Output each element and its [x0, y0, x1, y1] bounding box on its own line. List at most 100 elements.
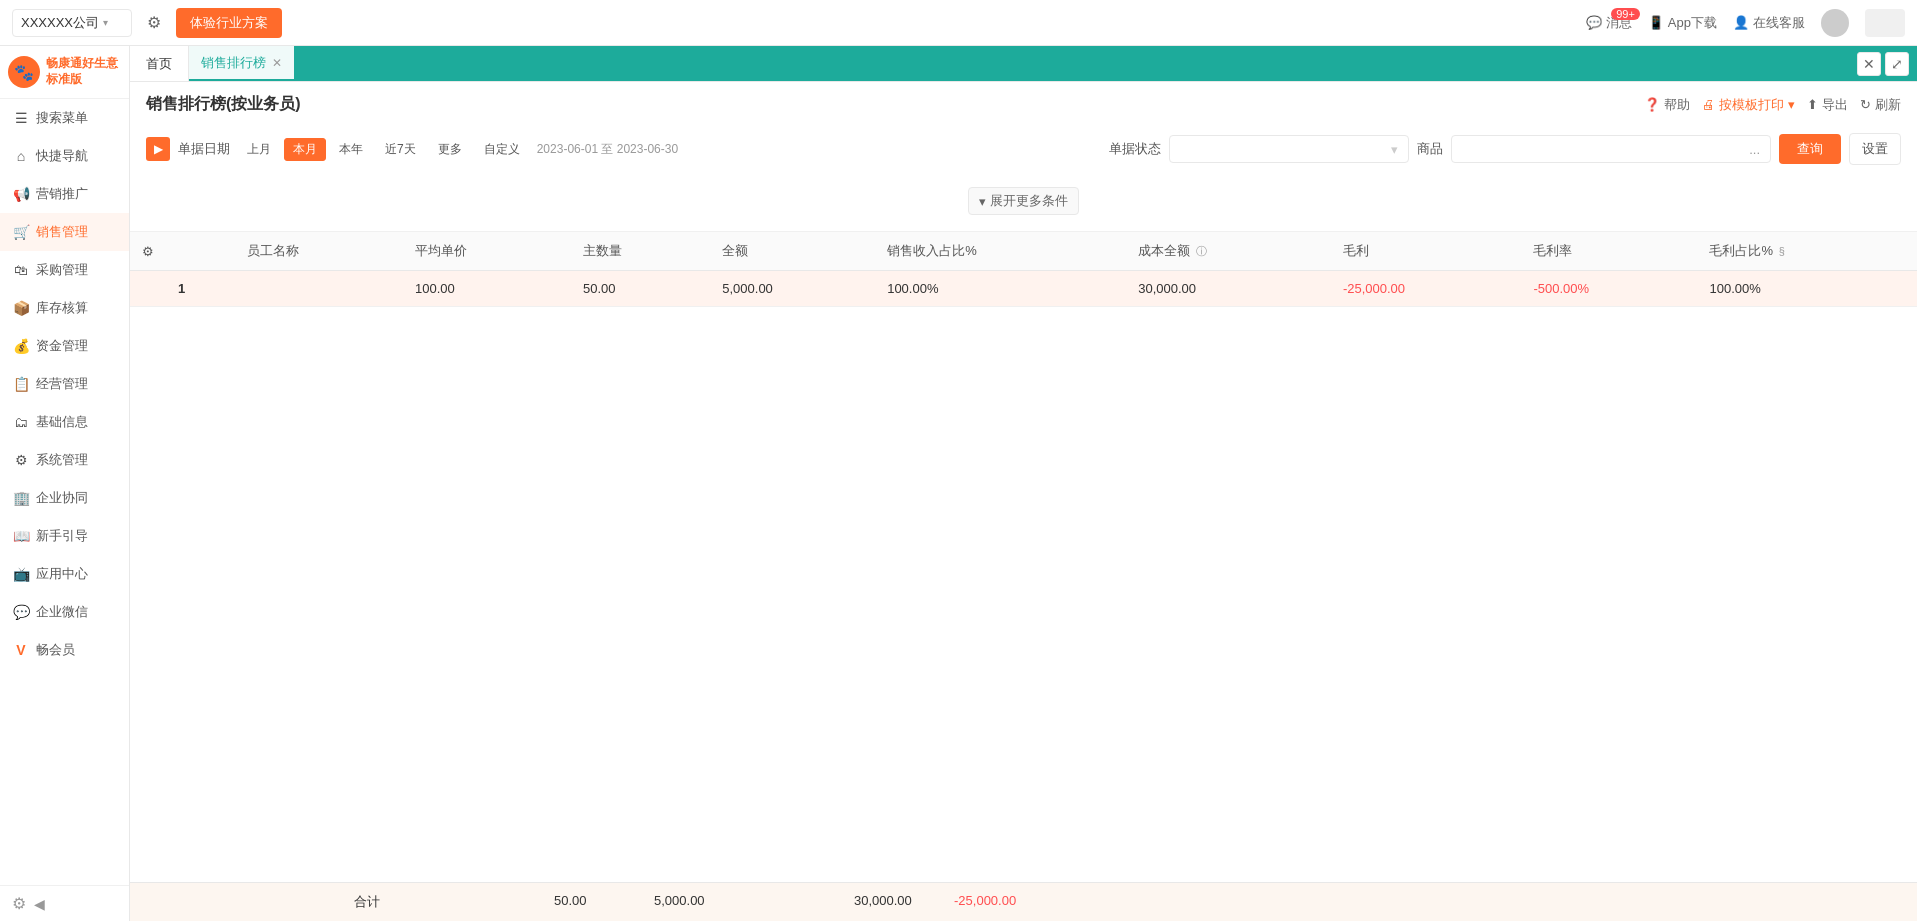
sidebar-item-quick-nav[interactable]: ⌂ 快捷导航 — [0, 137, 129, 175]
sidebar-label-guide: 新手引导 — [36, 527, 88, 545]
sidebar-item-collab[interactable]: 🏢 企业协同 — [0, 479, 129, 517]
col-gross: 毛利 — [1331, 232, 1521, 271]
footer-settings — [142, 893, 242, 911]
goods-filter-label: 商品 — [1417, 140, 1443, 158]
row-settings — [130, 271, 166, 307]
sidebar-item-finance[interactable]: 💰 资金管理 — [0, 327, 129, 365]
member-icon: V — [12, 641, 30, 659]
sidebar-footer: ⚙ ◀ — [0, 885, 129, 921]
filter-bar: ▶ 单据日期 上月 本月 本年 近7天 更多 自定义 2023-06-01 至 … — [130, 123, 1917, 232]
company-selector[interactable]: XXXXXX公司 ▾ — [12, 9, 132, 37]
sidebar-label-system: 系统管理 — [36, 451, 88, 469]
date-btn-custom[interactable]: 自定义 — [475, 138, 529, 161]
footer-gross: -25,000.00 — [942, 893, 1042, 911]
settings-icon[interactable]: ⚙ — [140, 9, 168, 37]
basic-icon: 🗂 — [12, 413, 30, 431]
footer-gross-pct — [1142, 893, 1242, 911]
doc-status-value — [1180, 140, 1385, 158]
col-settings[interactable]: ⚙ — [130, 232, 166, 271]
data-table: ⚙ 员工名称 平均单价 主数量 全额 销售收入占比% 成本全额 ⓘ 毛利 — [130, 232, 1917, 307]
company-chevron-icon: ▾ — [103, 17, 108, 28]
page-actions: ❓ 帮助 🖨 按模板打印 ▾ ⬆ 导出 ↻ 刷新 — [1644, 96, 1901, 114]
sidebar-label-search: 搜索菜单 — [36, 109, 88, 127]
col-employee: 员工名称 — [235, 232, 403, 271]
sidebar-settings-icon[interactable]: ⚙ — [12, 894, 26, 913]
sidebar-collapse-icon[interactable]: ◀ — [34, 896, 45, 912]
doc-status-selector[interactable]: ▾ — [1169, 135, 1409, 163]
sidebar-item-marketing[interactable]: 📢 营销推广 — [0, 175, 129, 213]
logo-text-line1: 畅康通好生意 — [46, 56, 118, 72]
sidebar-item-sales[interactable]: 🛒 销售管理 — [0, 213, 129, 251]
date-btn-this-year[interactable]: 本年 — [330, 138, 372, 161]
logo-text-line2: 标准版 — [46, 72, 118, 88]
sidebar-item-operations[interactable]: 📋 经营管理 — [0, 365, 129, 403]
logo-icon: 🐾 — [8, 56, 40, 88]
date-btn-more[interactable]: 更多 — [429, 138, 471, 161]
collab-icon: 🏢 — [12, 489, 30, 507]
date-btn-7days[interactable]: 近7天 — [376, 138, 425, 161]
help-icon: ❓ — [1644, 97, 1660, 112]
help-button[interactable]: ❓ 帮助 — [1644, 96, 1690, 114]
date-range-display: 2023-06-01 至 2023-06-30 — [537, 141, 678, 158]
export-button[interactable]: ⬆ 导出 — [1807, 96, 1848, 114]
tab-home[interactable]: 首页 — [130, 46, 189, 81]
search-icon: ☰ — [12, 109, 30, 127]
app-download-button[interactable]: 📱 App下载 — [1648, 14, 1717, 32]
sidebar-label-collab: 企业协同 — [36, 489, 88, 507]
message-icon: 💬 — [1586, 15, 1602, 30]
sidebar-item-member[interactable]: V 畅会员 — [0, 631, 129, 669]
col-gross-pct: 毛利占比% § — [1697, 232, 1917, 271]
sidebar-item-system[interactable]: ⚙ 系统管理 — [0, 441, 129, 479]
sidebar-label-finance: 资金管理 — [36, 337, 88, 355]
gross-pct-info-icon[interactable]: § — [1779, 245, 1785, 257]
sidebar-label-sales: 销售管理 — [36, 223, 88, 241]
row-gross-rate: -500.00% — [1521, 271, 1697, 307]
refresh-button[interactable]: ↻ 刷新 — [1860, 96, 1901, 114]
date-btn-this-month[interactable]: 本月 — [284, 138, 326, 161]
goods-selector[interactable]: ... — [1451, 135, 1771, 163]
refresh-icon: ↻ — [1860, 97, 1871, 112]
col-cost: 成本全额 ⓘ — [1126, 232, 1331, 271]
avatar[interactable] — [1821, 9, 1849, 37]
avatar-name — [1865, 9, 1905, 37]
cost-info-icon[interactable]: ⓘ — [1196, 245, 1207, 257]
tab-close-icon[interactable]: ✕ — [272, 56, 282, 70]
sidebar-item-apps[interactable]: 📺 应用中心 — [0, 555, 129, 593]
sidebar-item-search[interactable]: ☰ 搜索菜单 — [0, 99, 129, 137]
col-amount: 全额 — [710, 232, 875, 271]
window-expand-button[interactable]: ⤢ — [1885, 52, 1909, 76]
sales-icon: 🛒 — [12, 223, 30, 241]
apps-icon: 📺 — [12, 565, 30, 583]
window-close-button[interactable]: ✕ — [1857, 52, 1881, 76]
table-row: 1 100.00 50.00 5,000.00 100.00% 30,000.0… — [130, 271, 1917, 307]
settings-panel-button[interactable]: 设置 — [1849, 133, 1901, 165]
print-button[interactable]: 🖨 按模板打印 ▾ — [1702, 96, 1795, 114]
sidebar-item-basic[interactable]: 🗂 基础信息 — [0, 403, 129, 441]
messages-button[interactable]: 💬 消息 99+ — [1586, 14, 1632, 32]
date-btn-last-month[interactable]: 上月 — [238, 138, 280, 161]
online-service-button[interactable]: 👤 在线客服 — [1733, 14, 1805, 32]
page-title: 销售排行榜(按业务员) — [146, 94, 301, 115]
sidebar-item-inventory[interactable]: 📦 库存核算 — [0, 289, 129, 327]
footer-amount: 5,000.00 — [642, 893, 742, 911]
sidebar-item-wechat[interactable]: 💬 企业微信 — [0, 593, 129, 631]
marketing-icon: 📢 — [12, 185, 30, 203]
system-icon: ⚙ — [12, 451, 30, 469]
trial-button[interactable]: 体验行业方案 — [176, 8, 282, 38]
tab-label: 销售排行榜 — [201, 54, 266, 72]
col-sales-pct: 销售收入占比% — [875, 232, 1126, 271]
home-icon: ⌂ — [12, 147, 30, 165]
filter-toggle-icon[interactable]: ▶ — [146, 137, 170, 161]
sidebar-item-purchase[interactable]: 🛍 采购管理 — [0, 251, 129, 289]
sidebar-item-guide[interactable]: 📖 新手引导 — [0, 517, 129, 555]
tab-bar: 首页 销售排行榜 ✕ ✕ ⤢ — [130, 46, 1917, 82]
tab-sales-ranking[interactable]: 销售排行榜 ✕ — [189, 46, 294, 81]
query-button[interactable]: 查询 — [1779, 134, 1841, 164]
page-header: 销售排行榜(按业务员) ❓ 帮助 🖨 按模板打印 ▾ ⬆ 导出 — [130, 82, 1917, 123]
print-icon: 🖨 — [1702, 97, 1715, 112]
col-quantity: 主数量 — [571, 232, 710, 271]
goods-more-icon: ... — [1749, 142, 1760, 157]
col-rank — [166, 232, 235, 271]
operations-icon: 📋 — [12, 375, 30, 393]
expand-more-button[interactable]: ▾ 展开更多条件 — [968, 187, 1079, 215]
